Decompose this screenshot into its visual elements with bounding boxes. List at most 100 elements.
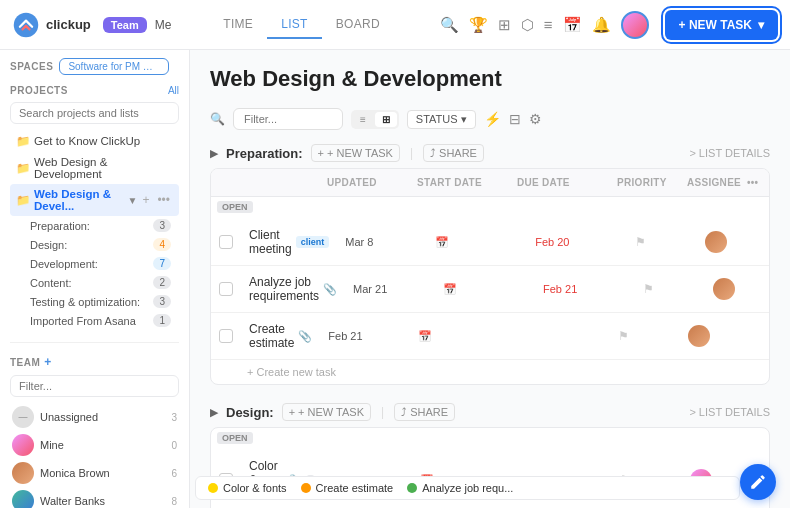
new-task-section-btn[interactable]: + + NEW TASK — [282, 403, 371, 421]
team-badge[interactable]: Team — [103, 17, 147, 33]
calendar-icon: 📅 — [443, 283, 457, 296]
tab-list[interactable]: LIST — [267, 11, 322, 39]
task-more — [757, 238, 770, 246]
member-count: 6 — [171, 468, 177, 479]
me-label[interactable]: Me — [155, 18, 172, 32]
trophy-icon[interactable]: 🏆 — [469, 16, 488, 34]
member-name: Walter Banks — [40, 495, 165, 507]
filter-input[interactable] — [233, 108, 343, 130]
divider: | — [410, 146, 413, 160]
section-chevron-icon[interactable]: ▶ — [210, 406, 218, 419]
legend-label-1: Color & fonts — [223, 482, 287, 494]
preparation-task-table: UPDATED START DATE DUE DATE PRIORITY ASS… — [210, 168, 770, 385]
team-header: TEAM + — [10, 355, 179, 369]
due-date-value: Feb 21 — [543, 283, 577, 295]
flag-icon: ⚑ — [635, 235, 646, 249]
bottom-legend-bar: Color & fonts Create estimate Analyze jo… — [195, 476, 740, 500]
tab-time[interactable]: TIME — [209, 11, 267, 39]
legend-label-2: Create estimate — [316, 482, 394, 494]
projects-all-link[interactable]: All — [168, 85, 179, 96]
table-row[interactable]: Create estimate 📎 Feb 21 📅 ⚑ — [211, 313, 769, 360]
sidebar-item-get-to-know[interactable]: 📁 Get to Know ClickUp — [10, 130, 179, 152]
user-avatar[interactable] — [621, 11, 649, 39]
sidebar-subitem-preparation[interactable]: Preparation: 3 — [10, 216, 179, 235]
sidebar-subitem-testing[interactable]: Testing & optimization: 3 — [10, 292, 179, 311]
spaces-header: SPACES Software for PM Gang's Sp... — [0, 50, 189, 79]
sidebar-item-web-design-dev[interactable]: 📁 Web Design & Devel... ▼ + ••• — [10, 184, 179, 216]
list-details-link[interactable]: > LIST DETAILS — [689, 406, 770, 418]
new-task-section-btn[interactable]: + + NEW TASK — [311, 144, 400, 162]
table-header: UPDATED START DATE DUE DATE PRIORITY ASS… — [211, 169, 769, 197]
plus-icon: + — [289, 406, 295, 418]
task-name-cell: Analyze job requirements 📎 — [241, 271, 345, 307]
section-header-design: ▶ Design: + + NEW TASK | ⤴ SHARE > LIST … — [210, 403, 770, 421]
clickup-logo-icon — [12, 11, 40, 39]
columns-icon[interactable]: ⊟ — [509, 111, 521, 127]
nav-tabs: TIME LIST BOARD — [209, 11, 394, 39]
task-due — [510, 332, 610, 340]
task-checkbox[interactable] — [219, 282, 233, 296]
member-avatar — [12, 490, 34, 508]
toggle-list[interactable]: ≡ — [353, 112, 373, 127]
sub-label: Testing & optimization: — [30, 296, 140, 308]
project-label: Get to Know ClickUp — [34, 135, 140, 147]
th-assignee: ASSIGNEE — [679, 174, 739, 191]
top-navigation: clickup Team Me TIME LIST BOARD 🔍 🏆 ⊞ ⬡ … — [0, 0, 790, 50]
search-projects-input[interactable] — [10, 102, 179, 124]
tab-board[interactable]: BOARD — [322, 11, 394, 39]
legend-item-1: Color & fonts — [208, 482, 287, 494]
share-section-btn[interactable]: ⤴ SHARE — [394, 403, 455, 421]
task-checkbox-cell — [211, 325, 241, 347]
divider: | — [381, 405, 384, 419]
task-checkbox[interactable] — [219, 235, 233, 249]
status-button[interactable]: STATUS ▾ — [407, 110, 476, 129]
new-task-label: + NEW TASK — [679, 18, 752, 32]
sidebar-subitem-content[interactable]: Content: 2 — [10, 273, 179, 292]
more-project-btn[interactable]: ••• — [154, 192, 173, 208]
bell-icon[interactable]: 🔔 — [592, 16, 611, 34]
chart-icon[interactable]: ≡ — [544, 16, 553, 33]
share-section-btn[interactable]: ⤴ SHARE — [423, 144, 484, 162]
fab-button[interactable] — [740, 464, 776, 500]
toggle-grid[interactable]: ⊞ — [375, 112, 397, 127]
new-task-label: + NEW TASK — [298, 406, 364, 418]
sidebar-subitem-asana[interactable]: Imported From Asana 1 — [10, 311, 179, 330]
task-checkbox[interactable] — [219, 329, 233, 343]
app-name: clickup — [46, 17, 91, 32]
space-chip[interactable]: Software for PM Gang's Sp... — [59, 58, 169, 75]
table-row[interactable]: Client meeting client Mar 8 📅 Feb 20 ⚑ — [211, 219, 769, 266]
new-task-button[interactable]: + NEW TASK ▾ — [665, 10, 778, 40]
search-icon[interactable]: 🔍 — [440, 16, 459, 34]
member-mine[interactable]: Mine 0 — [10, 431, 179, 459]
section-chevron-icon[interactable]: ▶ — [210, 147, 218, 160]
member-unassigned[interactable]: — Unassigned 3 — [10, 403, 179, 431]
add-project-btn[interactable]: + — [139, 192, 152, 208]
cube-icon[interactable]: ⬡ — [521, 16, 534, 34]
projects-header: PROJECTS All — [10, 85, 179, 96]
task-assignee — [705, 274, 765, 304]
table-row[interactable]: Analyze job requirements 📎 Mar 21 📅 Feb … — [211, 266, 769, 313]
list-details-link[interactable]: > LIST DETAILS — [689, 147, 770, 159]
member-avatar — [12, 434, 34, 456]
task-tag: client — [296, 236, 330, 248]
sub-label: Preparation: — [30, 220, 90, 232]
sidebar-subitem-development[interactable]: Development: 7 — [10, 254, 179, 273]
member-name: Unassigned — [40, 411, 165, 423]
member-walter[interactable]: Walter Banks 8 — [10, 487, 179, 508]
sub-label: Development: — [30, 258, 98, 270]
task-more — [740, 332, 770, 340]
filter-icon[interactable]: ⚡ — [484, 111, 501, 127]
team-add-btn[interactable]: + — [44, 355, 52, 369]
team-label: TEAM — [10, 357, 40, 368]
chevron-down-icon: ▾ — [461, 113, 467, 126]
settings-icon[interactable]: ⚙ — [529, 111, 542, 127]
calendar-icon: 📅 — [435, 236, 449, 249]
calendar-icon[interactable]: 📅 — [563, 16, 582, 34]
status-label: STATUS — [416, 113, 458, 125]
sidebar-subitem-design[interactable]: Design: 4 — [10, 235, 179, 254]
team-filter-input[interactable] — [10, 375, 179, 397]
layout-icon[interactable]: ⊞ — [498, 16, 511, 34]
sidebar-item-web-design[interactable]: 📁 Web Design & Development — [10, 152, 179, 184]
member-monica[interactable]: Monica Brown 6 — [10, 459, 179, 487]
create-task-row[interactable]: + Create new task — [211, 360, 769, 384]
